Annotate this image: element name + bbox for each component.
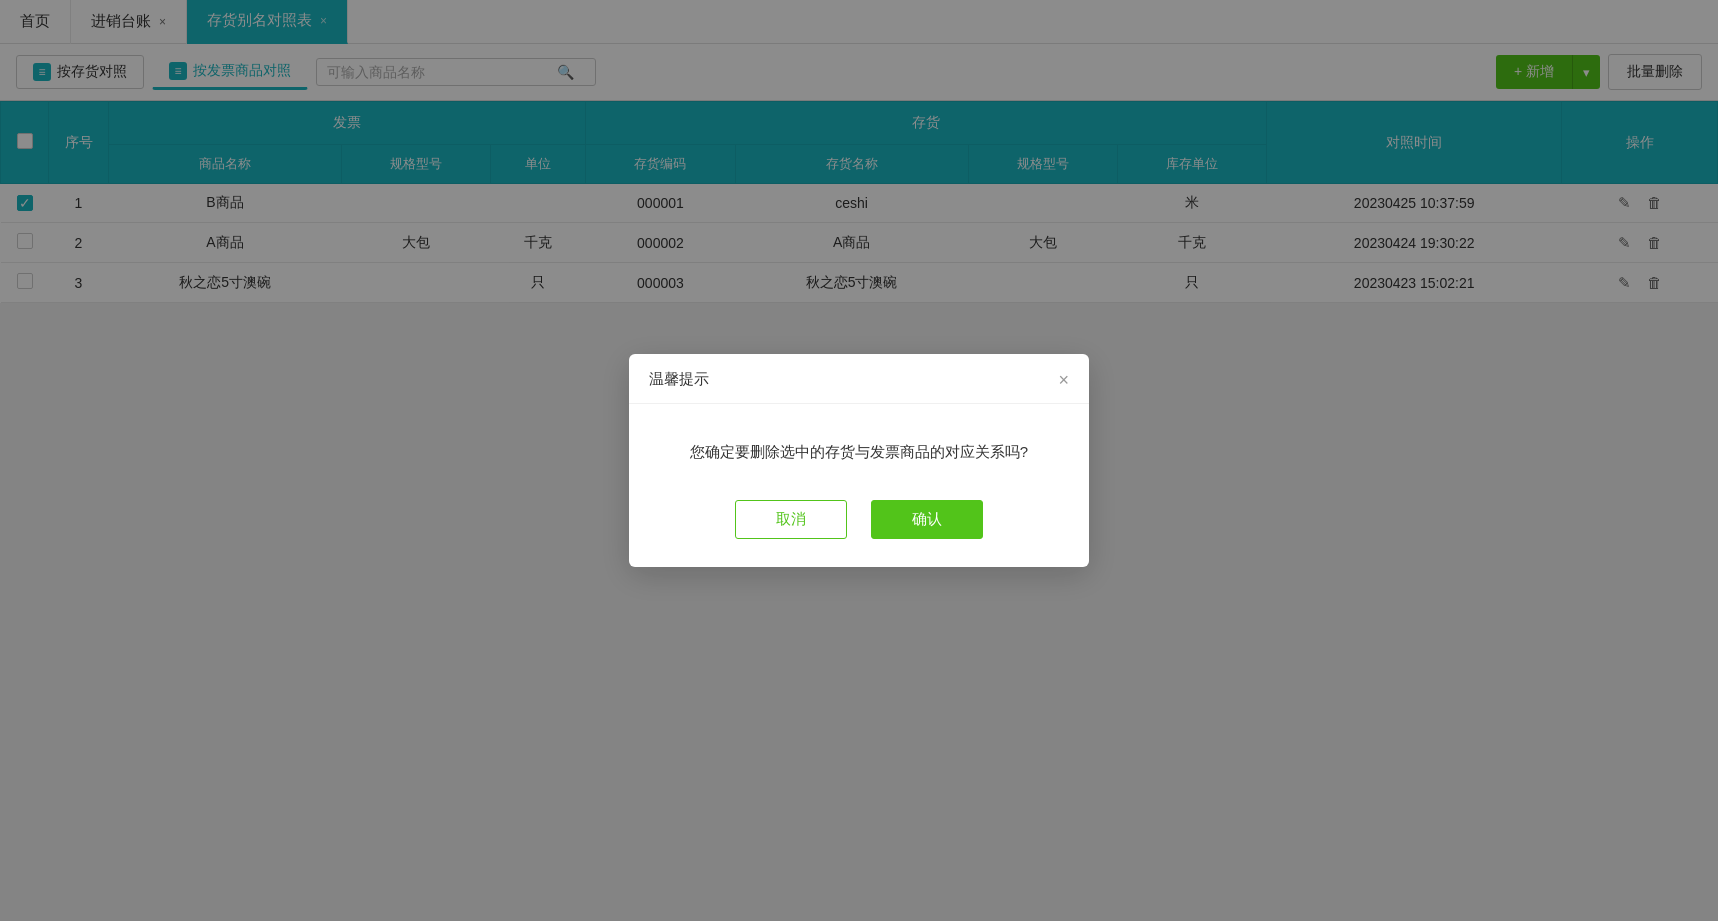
- dialog-overlay: 温馨提示 × 您确定要删除选中的存货与发票商品的对应关系吗? 取消 确认: [0, 0, 1718, 303]
